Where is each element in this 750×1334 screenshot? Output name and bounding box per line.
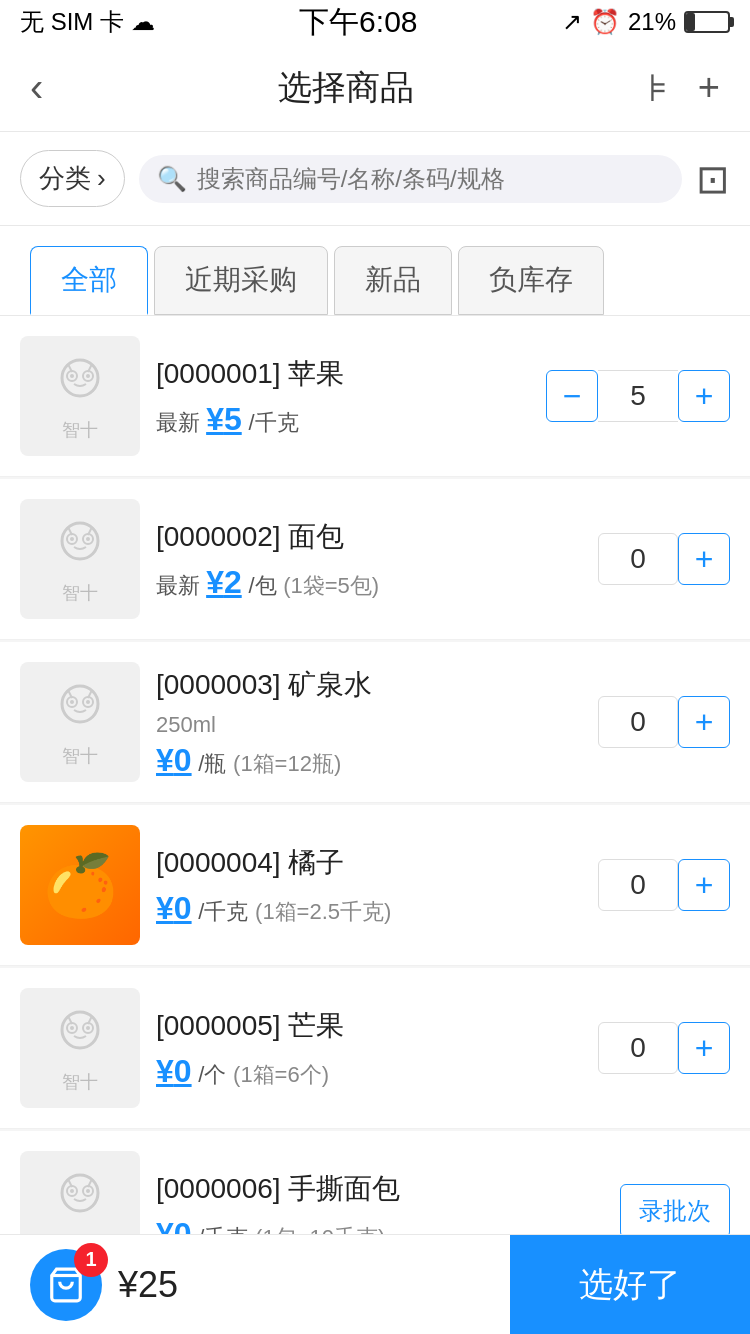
svg-point-18 bbox=[70, 1026, 74, 1030]
svg-point-23 bbox=[70, 1189, 74, 1193]
battery-fill bbox=[686, 13, 695, 31]
owl-label: 智十 bbox=[62, 744, 98, 768]
qty-control: + bbox=[598, 533, 730, 585]
product-image: 智十 bbox=[20, 662, 140, 782]
product-price: 最新 ¥5 /千克 bbox=[156, 401, 530, 438]
search-icon: 🔍 bbox=[157, 165, 187, 193]
qty-input[interactable] bbox=[598, 370, 678, 422]
product-name: [0000001] 苹果 bbox=[156, 355, 530, 393]
location-icon: ↗ bbox=[562, 8, 582, 36]
owl-label: 智十 bbox=[62, 1070, 98, 1094]
add-icon[interactable]: + bbox=[698, 66, 720, 109]
product-name: [0000004] 橘子 bbox=[156, 844, 582, 882]
status-left: 无 SIM 卡 ☁ bbox=[20, 6, 155, 38]
tab-new[interactable]: 新品 bbox=[334, 246, 452, 315]
qty-plus-button[interactable]: + bbox=[678, 533, 730, 585]
product-price: ¥0 /个 (1箱=6个) bbox=[156, 1053, 582, 1090]
owl-label: 智十 bbox=[62, 418, 98, 442]
batch-button[interactable]: 录批次 bbox=[620, 1184, 730, 1238]
tab-negative[interactable]: 负库存 bbox=[458, 246, 604, 315]
product-item: 🍊 [0000004] 橘子 ¥0 /千克 (1箱=2.5千克) + bbox=[0, 805, 750, 966]
svg-point-24 bbox=[86, 1189, 90, 1193]
tab-bar: 全部 近期采购 新品 负库存 bbox=[0, 226, 750, 316]
product-name: [0000002] 面包 bbox=[156, 518, 582, 556]
qty-control: + bbox=[598, 696, 730, 748]
status-bar: 无 SIM 卡 ☁ 下午6:08 ↗ ⏰ 21% bbox=[0, 0, 750, 44]
qty-plus-button[interactable]: + bbox=[678, 370, 730, 422]
page-title: 选择商品 bbox=[278, 65, 414, 111]
back-button[interactable]: ‹ bbox=[30, 65, 43, 110]
product-list: 智十 [0000001] 苹果 最新 ¥5 /千克 − + bbox=[0, 316, 750, 1334]
product-info: [0000001] 苹果 最新 ¥5 /千克 bbox=[156, 355, 530, 438]
product-name: [0000006] 手撕面包 bbox=[156, 1170, 604, 1208]
product-info: [0000005] 芒果 ¥0 /个 (1箱=6个) bbox=[156, 1007, 582, 1090]
product-placeholder: 智十 bbox=[20, 336, 140, 456]
qty-input[interactable] bbox=[598, 1022, 678, 1074]
product-price: 最新 ¥2 /包 (1袋=5包) bbox=[156, 564, 582, 601]
chevron-right-icon: › bbox=[97, 163, 106, 194]
qty-plus-button[interactable]: + bbox=[678, 696, 730, 748]
qty-plus-button[interactable]: + bbox=[678, 1022, 730, 1074]
product-price: ¥0 /瓶 (1箱=12瓶) bbox=[156, 742, 582, 779]
qty-minus-button[interactable]: − bbox=[546, 370, 598, 422]
product-image: 智十 bbox=[20, 499, 140, 619]
battery-icon bbox=[684, 11, 730, 33]
qty-control: + bbox=[598, 859, 730, 911]
sim-label: 无 SIM 卡 ☁ bbox=[20, 6, 155, 38]
search-input[interactable] bbox=[197, 165, 664, 193]
cart-area: 1 ¥25 bbox=[0, 1249, 510, 1321]
product-info: [0000004] 橘子 ¥0 /千克 (1箱=2.5千克) bbox=[156, 844, 582, 927]
product-name: [0000003] 矿泉水 bbox=[156, 666, 582, 704]
product-item: 智十 [0000005] 芒果 ¥0 /个 (1箱=6个) + bbox=[0, 968, 750, 1129]
qty-input[interactable] bbox=[598, 696, 678, 748]
svg-point-19 bbox=[86, 1026, 90, 1030]
product-info: [0000002] 面包 最新 ¥2 /包 (1袋=5包) bbox=[156, 518, 582, 601]
product-item: 智十 [0000002] 面包 最新 ¥2 /包 (1袋=5包) + bbox=[0, 479, 750, 640]
svg-point-8 bbox=[70, 537, 74, 541]
svg-point-4 bbox=[86, 374, 90, 378]
svg-point-14 bbox=[86, 700, 90, 704]
product-name: [0000005] 芒果 bbox=[156, 1007, 582, 1045]
category-label: 分类 bbox=[39, 161, 91, 196]
status-right: ↗ ⏰ 21% bbox=[562, 8, 730, 36]
product-placeholder: 智十 bbox=[20, 988, 140, 1108]
cart-badge: 1 bbox=[74, 1243, 108, 1277]
category-button[interactable]: 分类 › bbox=[20, 150, 125, 207]
qty-input[interactable] bbox=[598, 533, 678, 585]
tab-recent[interactable]: 近期采购 bbox=[154, 246, 328, 315]
cart-total: ¥25 bbox=[118, 1264, 178, 1306]
bottom-bar: 1 ¥25 选好了 bbox=[0, 1234, 750, 1334]
product-image: 🍊 bbox=[20, 825, 140, 945]
qty-input[interactable] bbox=[598, 859, 678, 911]
product-item: 智十 [0000003] 矿泉水 250ml ¥0 /瓶 (1箱=12瓶) + bbox=[0, 642, 750, 803]
qty-control: 录批次 bbox=[620, 1184, 730, 1238]
product-placeholder: 智十 bbox=[20, 662, 140, 782]
nav-bar: ‹ 选择商品 ⊧ + bbox=[0, 44, 750, 132]
alarm-icon: ⏰ bbox=[590, 8, 620, 36]
search-bar[interactable]: 🔍 bbox=[139, 155, 682, 203]
qty-control: + bbox=[598, 1022, 730, 1074]
qty-plus-button[interactable]: + bbox=[678, 859, 730, 911]
svg-point-9 bbox=[86, 537, 90, 541]
status-time: 下午6:08 bbox=[299, 2, 417, 43]
toolbar: 分类 › 🔍 ⊡ bbox=[0, 132, 750, 226]
scan-icon[interactable]: ⊡ bbox=[696, 156, 730, 202]
product-info: [0000003] 矿泉水 250ml ¥0 /瓶 (1箱=12瓶) bbox=[156, 666, 582, 779]
cart-button[interactable]: 1 bbox=[30, 1249, 102, 1321]
svg-point-3 bbox=[70, 374, 74, 378]
owl-label: 智十 bbox=[62, 581, 98, 605]
nav-actions: ⊧ + bbox=[648, 66, 720, 110]
product-image: 智十 bbox=[20, 988, 140, 1108]
product-image: 智十 bbox=[20, 336, 140, 456]
product-price: ¥0 /千克 (1箱=2.5千克) bbox=[156, 890, 582, 927]
battery-label: 21% bbox=[628, 8, 676, 36]
svg-point-13 bbox=[70, 700, 74, 704]
qty-control: − + bbox=[546, 370, 730, 422]
product-placeholder: 智十 bbox=[20, 499, 140, 619]
product-spec: 250ml bbox=[156, 712, 582, 738]
filter-icon[interactable]: ⊧ bbox=[648, 66, 668, 110]
product-item: 智十 [0000001] 苹果 最新 ¥5 /千克 − + bbox=[0, 316, 750, 477]
tab-all[interactable]: 全部 bbox=[30, 246, 148, 315]
confirm-button[interactable]: 选好了 bbox=[510, 1235, 750, 1335]
